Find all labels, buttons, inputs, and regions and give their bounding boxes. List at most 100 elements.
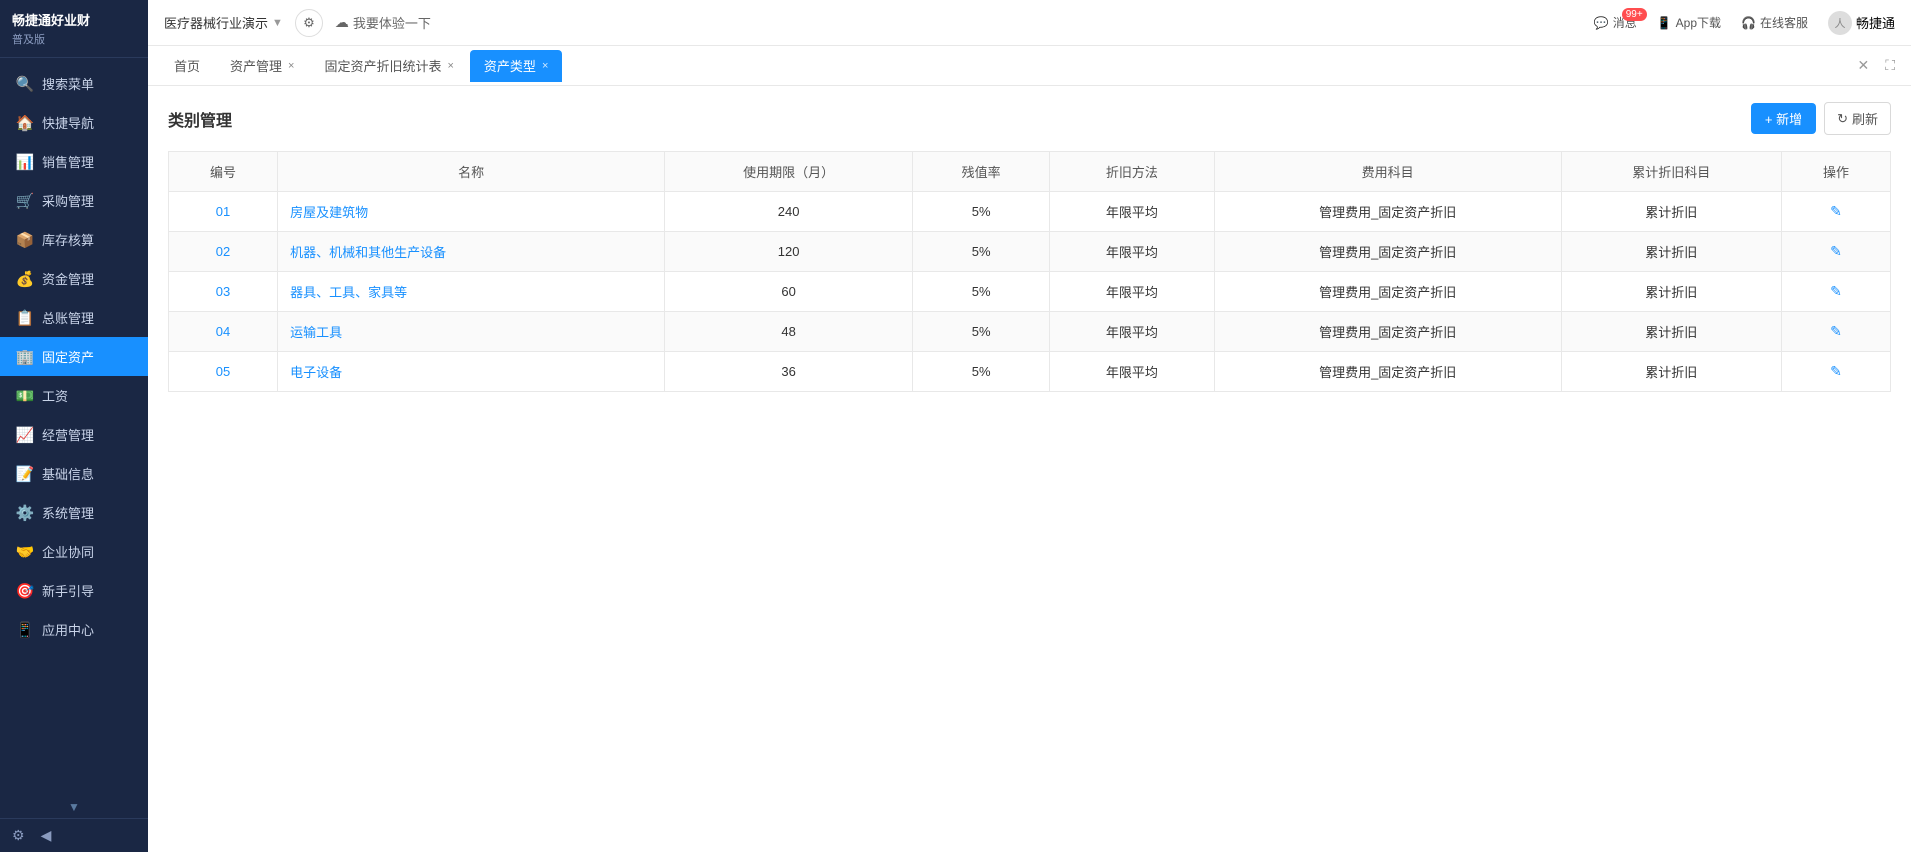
row-1-col-6: 累计折旧 xyxy=(1561,232,1781,272)
table-row: 05电子设备365%年限平均管理费用_固定资产折旧累计折旧✎ xyxy=(169,352,1891,392)
row-0-col-7[interactable]: ✎ xyxy=(1781,192,1890,232)
messages-button[interactable]: 💬 消息 99+ xyxy=(1594,14,1637,31)
sidebar-item-basic-info[interactable]: 📝 基础信息 xyxy=(0,454,148,493)
sidebar: 畅捷通好业财 普及版 🔍 搜索菜单 🏠 快捷导航 📊 销售管理 🛒 采购管理 📦… xyxy=(0,0,148,852)
sidebar-label-capital: 资金管理 xyxy=(42,269,94,288)
row-0-col-0[interactable]: 01 xyxy=(169,192,278,232)
sidebar-logo: 畅捷通好业财 普及版 xyxy=(0,0,148,58)
row-0-col-1[interactable]: 房屋及建筑物 xyxy=(278,192,665,232)
company-dropdown-icon: ▼ xyxy=(272,17,283,29)
row-4-col-7[interactable]: ✎ xyxy=(1781,352,1890,392)
settings-icon[interactable]: ⚙ xyxy=(12,827,25,844)
app-center-icon: 📱 xyxy=(16,621,34,639)
topbar-settings-button[interactable]: ⚙ xyxy=(295,9,323,37)
trial-button[interactable]: ☁ 我要体验一下 xyxy=(335,13,431,32)
app-download-button[interactable]: 📱 App下载 xyxy=(1657,14,1721,31)
tab-asset-mgmt[interactable]: 资产管理 × xyxy=(216,50,308,82)
tab-asset-type[interactable]: 资产类型× xyxy=(470,50,562,82)
edit-icon-row-0[interactable]: ✎ xyxy=(1830,203,1842,219)
tab-home[interactable]: 首页 xyxy=(160,50,214,82)
sidebar-label-system: 系统管理 xyxy=(42,503,94,522)
edit-icon-row-3[interactable]: ✎ xyxy=(1830,323,1842,339)
basic-info-icon: 📝 xyxy=(16,465,34,483)
table-row: 02机器、机械和其他生产设备1205%年限平均管理费用_固定资产折旧累计折旧✎ xyxy=(169,232,1891,272)
col-header-2: 使用期限（月） xyxy=(665,152,913,192)
search-icon: 🔍 xyxy=(16,75,34,93)
tab-label-asset-mgmt: 资产管理 xyxy=(230,56,282,75)
row-3-col-5: 管理费用_固定资产折旧 xyxy=(1214,312,1561,352)
sidebar-item-fixed-assets[interactable]: 🏢 固定资产 xyxy=(0,337,148,376)
row-3-col-3: 5% xyxy=(913,312,1050,352)
sidebar-item-ledger[interactable]: 📋 总账管理 xyxy=(0,298,148,337)
row-3-col-0[interactable]: 04 xyxy=(169,312,278,352)
user-menu[interactable]: 人 畅捷通 xyxy=(1828,11,1895,35)
table-row: 03器具、工具、家具等605%年限平均管理费用_固定资产折旧累计折旧✎ xyxy=(169,272,1891,312)
row-1-col-3: 5% xyxy=(913,232,1050,272)
tab-close-asset-type[interactable]: × xyxy=(542,60,548,72)
sidebar-item-guide[interactable]: 🎯 新手引导 xyxy=(0,571,148,610)
refresh-button[interactable]: ↻ 刷新 xyxy=(1824,102,1891,135)
system-icon: ⚙️ xyxy=(16,504,34,522)
row-0-col-6: 累计折旧 xyxy=(1561,192,1781,232)
company-selector[interactable]: 医疗器械行业演示 ▼ xyxy=(164,13,283,32)
row-1-col-0[interactable]: 02 xyxy=(169,232,278,272)
row-3-col-4: 年限平均 xyxy=(1050,312,1215,352)
row-4-col-2: 36 xyxy=(665,352,913,392)
sidebar-label-basic-info: 基础信息 xyxy=(42,464,94,483)
row-1-col-1[interactable]: 机器、机械和其他生产设备 xyxy=(278,232,665,272)
sidebar-item-operations[interactable]: 📈 经营管理 xyxy=(0,415,148,454)
online-service-button[interactable]: 🎧 在线客服 xyxy=(1741,14,1808,31)
row-2-col-1[interactable]: 器具、工具、家具等 xyxy=(278,272,665,312)
sidebar-item-sales[interactable]: 📊 销售管理 xyxy=(0,142,148,181)
category-table: 编号名称使用期限（月）残值率折旧方法费用科目累计折旧科目操作 01房屋及建筑物2… xyxy=(168,151,1891,392)
tab-list: 首页资产管理×固定资产折旧统计表×资产类型× xyxy=(160,50,562,82)
table-body: 01房屋及建筑物2405%年限平均管理费用_固定资产折旧累计折旧✎02机器、机械… xyxy=(169,192,1891,392)
row-4-col-5: 管理费用_固定资产折旧 xyxy=(1214,352,1561,392)
row-4-col-6: 累计折旧 xyxy=(1561,352,1781,392)
row-4-col-0[interactable]: 05 xyxy=(169,352,278,392)
sidebar-item-enterprise[interactable]: 🤝 企业协同 xyxy=(0,532,148,571)
sidebar-item-search[interactable]: 🔍 搜索菜单 xyxy=(0,64,148,103)
tab-close-fixed-asset-stat[interactable]: × xyxy=(447,60,453,72)
inventory-icon: 📦 xyxy=(16,231,34,249)
row-2-col-5: 管理费用_固定资产折旧 xyxy=(1214,272,1561,312)
edit-icon-row-1[interactable]: ✎ xyxy=(1830,243,1842,259)
col-header-0: 编号 xyxy=(169,152,278,192)
col-header-3: 残值率 xyxy=(913,152,1050,192)
edit-icon-row-2[interactable]: ✎ xyxy=(1830,283,1842,299)
sidebar-item-salary[interactable]: 💵 工资 xyxy=(0,376,148,415)
collapse-icon[interactable]: ◀ xyxy=(41,827,52,844)
purchase-icon: 🛒 xyxy=(16,192,34,210)
tab-fixed-asset-stat[interactable]: 固定资产折旧统计表× xyxy=(310,50,467,82)
sidebar-item-quick-nav[interactable]: 🏠 快捷导航 xyxy=(0,103,148,142)
row-3-col-1[interactable]: 运输工具 xyxy=(278,312,665,352)
topbar-right: 💬 消息 99+ 📱 App下载 🎧 在线客服 人 畅捷通 xyxy=(1594,11,1895,35)
sidebar-item-system[interactable]: ⚙️ 系统管理 xyxy=(0,493,148,532)
download-icon: 📱 xyxy=(1657,16,1672,30)
row-1-col-2: 120 xyxy=(665,232,913,272)
col-header-6: 累计折旧科目 xyxy=(1561,152,1781,192)
sidebar-item-app-center[interactable]: 📱 应用中心 xyxy=(0,610,148,649)
new-button[interactable]: + 新增 xyxy=(1751,103,1816,134)
row-2-col-0[interactable]: 03 xyxy=(169,272,278,312)
row-1-col-7[interactable]: ✎ xyxy=(1781,232,1890,272)
row-4-col-1[interactable]: 电子设备 xyxy=(278,352,665,392)
table-row: 01房屋及建筑物2405%年限平均管理费用_固定资产折旧累计折旧✎ xyxy=(169,192,1891,232)
row-3-col-7[interactable]: ✎ xyxy=(1781,312,1890,352)
sidebar-item-capital[interactable]: 💰 资金管理 xyxy=(0,259,148,298)
salary-icon: 💵 xyxy=(16,387,34,405)
table-row: 04运输工具485%年限平均管理费用_固定资产折旧累计折旧✎ xyxy=(169,312,1891,352)
online-service-label: 在线客服 xyxy=(1760,14,1808,31)
close-window-icon[interactable]: ✕ xyxy=(1853,53,1873,78)
sidebar-label-operations: 经营管理 xyxy=(42,425,94,444)
username: 畅捷通 xyxy=(1856,13,1895,32)
edit-icon-row-4[interactable]: ✎ xyxy=(1830,363,1842,379)
ledger-icon: 📋 xyxy=(16,309,34,327)
sidebar-item-inventory[interactable]: 📦 库存核算 xyxy=(0,220,148,259)
capital-icon: 💰 xyxy=(16,270,34,288)
row-2-col-7[interactable]: ✎ xyxy=(1781,272,1890,312)
sidebar-label-fixed-assets: 固定资产 xyxy=(42,347,94,366)
sidebar-item-purchase[interactable]: 🛒 采购管理 xyxy=(0,181,148,220)
expand-icon[interactable]: ⛶ xyxy=(1881,53,1899,78)
tab-close-asset-mgmt[interactable]: × xyxy=(288,60,294,72)
